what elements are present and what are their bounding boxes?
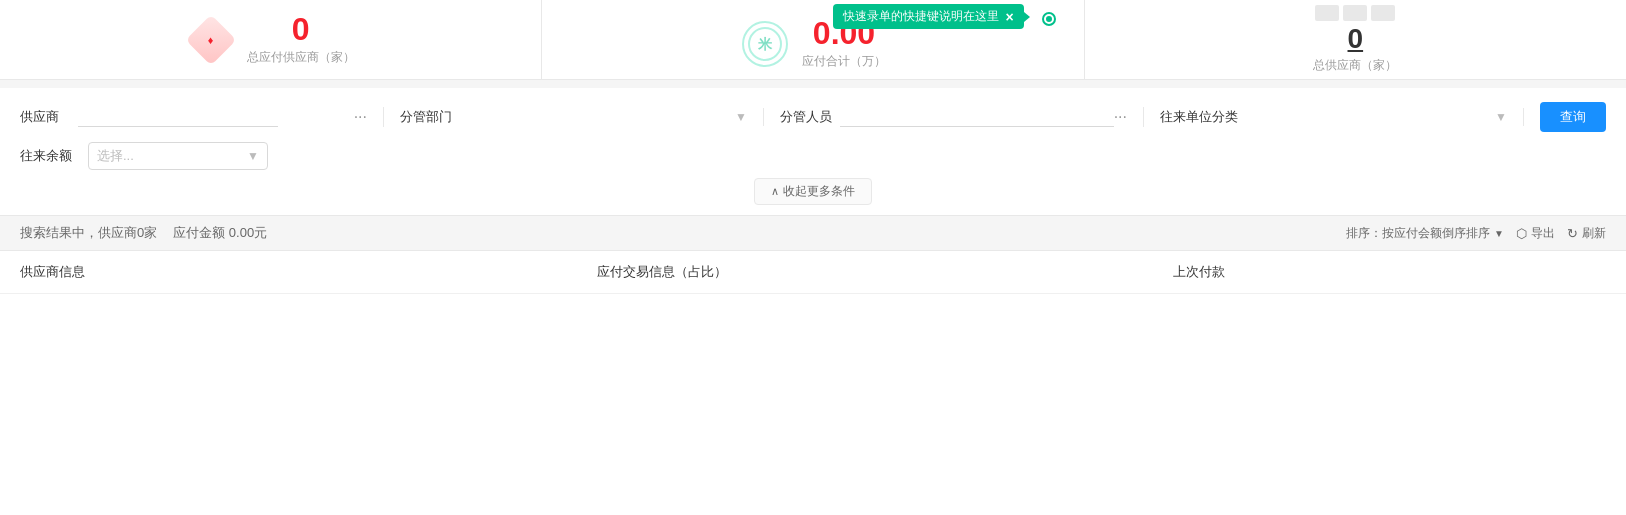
sort-arrow-icon: ▼ [1494,228,1504,239]
logo-icon: ♦ [187,16,235,64]
export-icon: ⬡ [1516,226,1527,241]
shortcut-tooltip: 快速录单的快捷键说明在这里 × [833,4,1023,29]
export-button[interactable]: ⬡ 导出 [1516,225,1555,242]
collapse-up-icon: ∧ [771,185,779,198]
query-button[interactable]: 查询 [1540,102,1606,132]
table-header: 供应商信息 应付交易信息（占比） 上次付款 [0,251,1626,294]
filter-person: 分管人员 ··· [764,107,1144,127]
tooltip-indicator [1044,14,1054,24]
collapse-button[interactable]: ∧ 收起更多条件 [754,178,872,205]
refresh-icon: ↻ [1567,226,1578,241]
dept-arrow-icon: ▼ [735,110,747,124]
stat-total-suppliers: 0 总供应商（家） [1085,0,1626,79]
table-body [0,294,1626,515]
payable-suppliers-number: 0 [292,13,310,45]
svg-text:米: 米 [757,36,773,52]
total-suppliers-label: 总供应商（家） [1313,57,1397,74]
query-btn-wrapper: 查询 [1524,102,1606,132]
col-lastpay-header: 上次付款 [1173,263,1606,281]
stat-total-payable-suppliers: ♦ 0 总应付供应商（家） [0,0,542,79]
sort-label: 排序：按应付会额倒序排序 [1346,225,1490,242]
refresh-button[interactable]: ↻ 刷新 [1567,225,1606,242]
collapse-wrapper: ∧ 收起更多条件 [20,178,1606,205]
filter-dept: 分管部门 ▼ [384,108,764,126]
supplier-input[interactable] [78,107,278,127]
dept-label: 分管部门 [400,108,452,126]
filter-area: 供应商 ··· 分管部门 ▼ 分管人员 ··· 往来单位分类 ▼ 查询 [0,88,1626,216]
person-label: 分管人员 [780,108,832,126]
category-arrow-icon: ▼ [1495,110,1507,124]
filter-row-2: 往来余额 选择... ▼ [20,142,1606,170]
balance-arrow-icon: ▼ [247,149,259,163]
balance-select[interactable]: 选择... ▼ [88,142,268,170]
results-actions: 排序：按应付会额倒序排序 ▼ ⬡ 导出 ↻ 刷新 [1346,225,1606,242]
col-supplier-header: 供应商信息 [20,263,597,281]
results-summary: 搜索结果中，供应商0家 应付金额 0.00元 [20,224,267,242]
supplier-label: 供应商 [20,108,70,126]
col-payable-header: 应付交易信息（占比） [597,263,1174,281]
person-more-button[interactable]: ··· [1114,108,1127,126]
balance-label: 往来余额 [20,147,72,165]
dept-select[interactable]: ▼ [460,110,747,124]
stats-bar: ♦ 0 总应付供应商（家） 快速录单的快捷键说明在这里 × 米 0.00 应付合… [0,0,1626,80]
collapse-label: 收起更多条件 [783,183,855,200]
filter-category: 往来单位分类 ▼ [1144,108,1524,126]
sort-button[interactable]: 排序：按应付会额倒序排序 ▼ [1346,225,1504,242]
payable-total-label: 应付合计（万） [802,53,886,70]
filter-row-1: 供应商 ··· 分管部门 ▼ 分管人员 ··· 往来单位分类 ▼ 查询 [20,102,1606,132]
payable-suppliers-label: 总应付供应商（家） [247,49,355,66]
stat-payable-total: 快速录单的快捷键说明在这里 × 米 0.00 应付合计（万） [542,0,1084,79]
filter-supplier: 供应商 ··· [20,107,384,127]
results-amount: 应付金额 0.00元 [173,224,267,242]
category-label: 往来单位分类 [1160,108,1238,126]
tooltip-close-button[interactable]: × [1005,10,1013,24]
export-label: 导出 [1531,225,1555,242]
coin-icon: 米 [740,19,790,69]
supplier-more-button[interactable]: ··· [354,108,367,126]
person-input[interactable] [840,107,1114,127]
refresh-label: 刷新 [1582,225,1606,242]
supplier-icon-area [1315,5,1395,21]
results-count: 搜索结果中，供应商0家 [20,224,157,242]
tooltip-text: 快速录单的快捷键说明在这里 [843,8,999,25]
total-suppliers-number: 0 [1348,25,1364,53]
category-select[interactable]: ▼ [1246,110,1507,124]
balance-placeholder: 选择... [97,147,247,165]
results-bar: 搜索结果中，供应商0家 应付金额 0.00元 排序：按应付会额倒序排序 ▼ ⬡ … [0,216,1626,251]
